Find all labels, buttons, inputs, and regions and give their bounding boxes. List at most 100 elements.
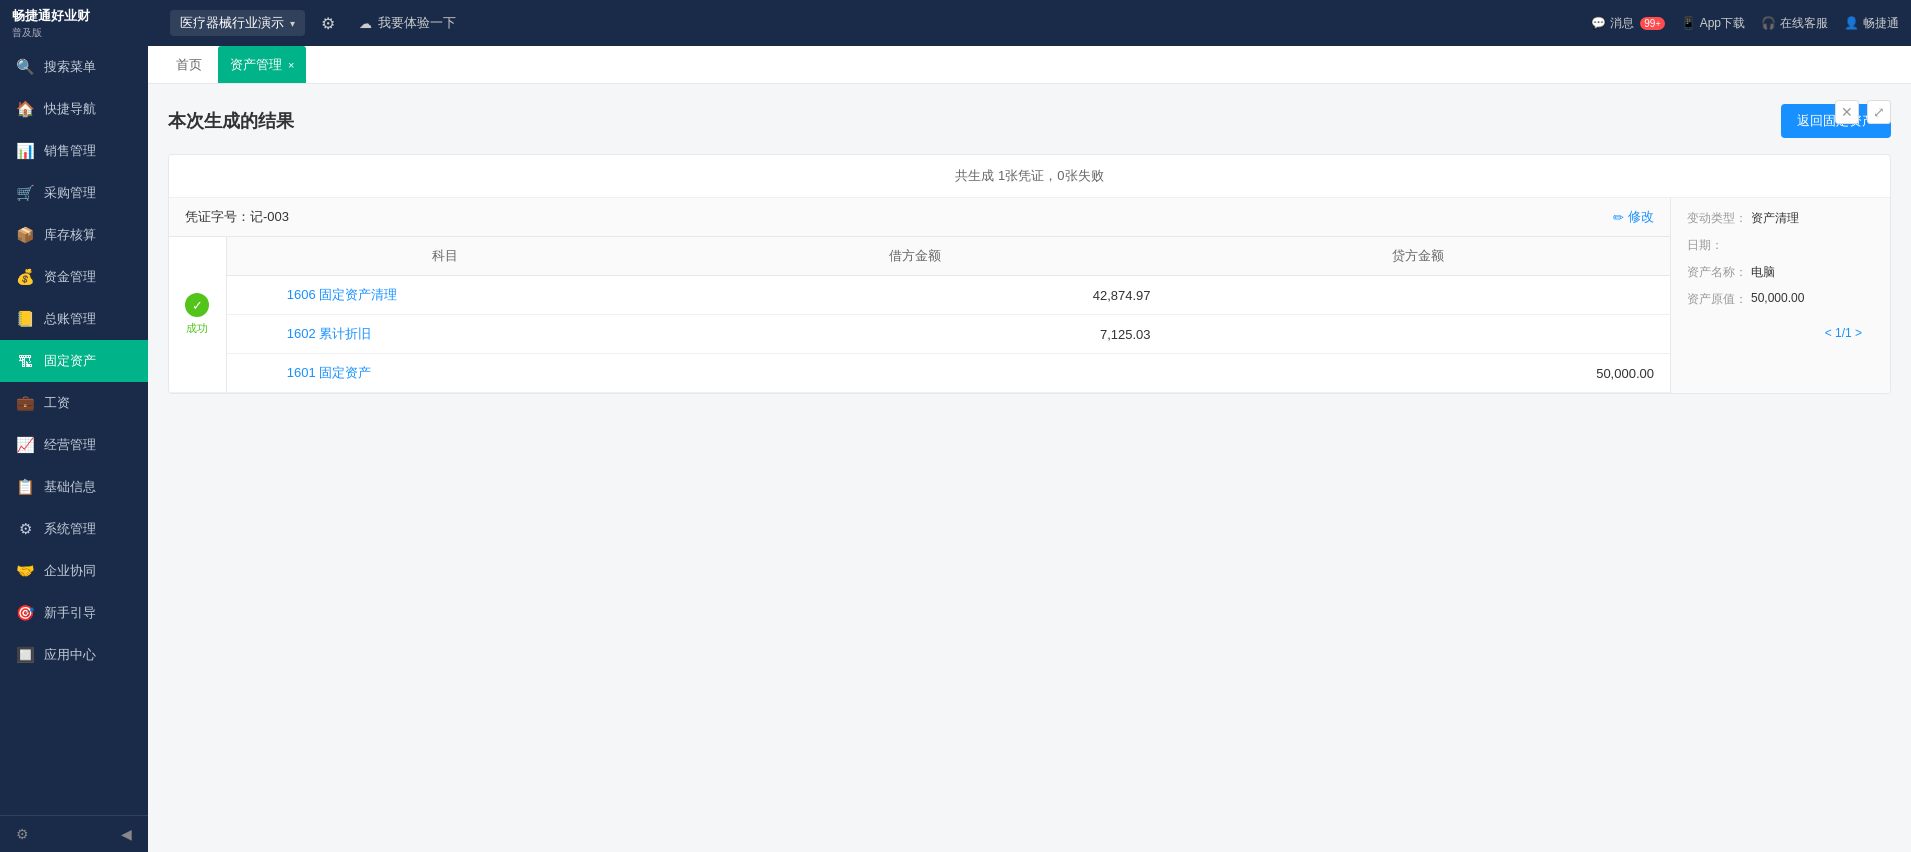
summary-text: 共生成 1张凭证，0张失败 (955, 168, 1103, 183)
col-debit: 借方金额 (663, 237, 1166, 276)
page-header: 本次生成的结果 返回固定资产 (168, 104, 1891, 138)
sidebar-label-quick-nav: 快捷导航 (44, 100, 96, 118)
credit-cell-3: 50,000.00 (1167, 354, 1670, 393)
sidebar-item-system[interactable]: ⚙ 系统管理 (0, 508, 148, 550)
sidebar-bottom: ⚙ ◀ (0, 815, 148, 852)
close-panel-button[interactable]: ✕ (1835, 100, 1859, 124)
sidebar-item-ledger[interactable]: 📒 总账管理 (0, 298, 148, 340)
home-icon: 🏠 (16, 100, 34, 118)
credit-cell-1 (1167, 276, 1670, 315)
summary-bar: 共生成 1张凭证，0张失败 (169, 155, 1890, 198)
sidebar-label-basic-info: 基础信息 (44, 478, 96, 496)
page-title: 本次生成的结果 (168, 109, 294, 133)
original-value-value: 50,000.00 (1751, 291, 1804, 305)
header-right: 💬 消息 99+ 📱 App下载 🎧 在线客服 👤 畅捷通 (1591, 15, 1899, 32)
online-service-button[interactable]: 🎧 在线客服 (1761, 15, 1828, 32)
subject-link-2[interactable]: 1602 累计折旧 (287, 326, 372, 341)
sidebar-item-salary[interactable]: 💼 工资 (0, 382, 148, 424)
tab-close-button[interactable]: × (288, 59, 294, 71)
credit-cell-2 (1167, 315, 1670, 354)
headset-icon: 🎧 (1761, 16, 1776, 30)
sidebar-item-operations[interactable]: 📈 经营管理 (0, 424, 148, 466)
content-area: 首页 资产管理 × 本次生成的结果 返回固定资产 共生成 1张凭证，0张失败 (148, 46, 1911, 852)
table-row: 1601 固定资产 50,000.00 (227, 354, 1670, 393)
main-layout: 🔍 搜索菜单 🏠 快捷导航 📊 销售管理 🛒 采购管理 📦 库存核算 💰 资金管… (0, 46, 1911, 852)
logo-title: 畅捷通好业财 (12, 7, 90, 25)
sidebar-label-operations: 经营管理 (44, 436, 96, 454)
subject-link-1[interactable]: 1606 固定资产清理 (287, 287, 398, 302)
sidebar-item-inventory[interactable]: 📦 库存核算 (0, 214, 148, 256)
gear-button[interactable]: ⚙ (313, 8, 343, 38)
guide-icon: 🎯 (16, 604, 34, 622)
debit-cell-1: 42,874.97 (663, 276, 1166, 315)
info-row-change-type: 变动类型： 资产清理 (1687, 210, 1874, 227)
sidebar-item-fixed-assets[interactable]: 🏗 固定资产 (0, 340, 148, 382)
sales-icon: 📊 (16, 142, 34, 160)
sidebar-item-quick-nav[interactable]: 🏠 快捷导航 (0, 88, 148, 130)
sidebar-item-basic-info[interactable]: 📋 基础信息 (0, 466, 148, 508)
message-badge: 99+ (1640, 17, 1664, 30)
system-icon: ⚙ (16, 520, 34, 538)
expand-panel-button[interactable]: ⤢ (1867, 100, 1891, 124)
panel-controls: ✕ ⤢ (1835, 100, 1891, 124)
sidebar-label-search: 搜索菜单 (44, 58, 96, 76)
edit-button[interactable]: ✏ 修改 (1613, 208, 1654, 226)
collapse-icon[interactable]: ◀ (121, 826, 132, 842)
ledger-icon: 📒 (16, 310, 34, 328)
original-value-label: 资产原值： (1687, 291, 1747, 308)
date-label: 日期： (1687, 237, 1737, 254)
sidebar-label-capital: 资金管理 (44, 268, 96, 286)
company-name: 医疗器械行业演示 (180, 14, 284, 32)
tab-home[interactable]: 首页 (164, 46, 214, 83)
logo-subtitle: 普及版 (12, 26, 42, 40)
table-row: 1606 固定资产清理 42,874.97 (227, 276, 1670, 315)
sidebar-label-inventory: 库存核算 (44, 226, 96, 244)
message-icon: 💬 (1591, 16, 1606, 30)
app-center-icon: 🔲 (16, 646, 34, 664)
asset-name-value: 电脑 (1751, 264, 1775, 281)
sidebar-item-app-center[interactable]: 🔲 应用中心 (0, 634, 148, 676)
col-subject: 科目 (227, 237, 663, 276)
header-center: 医疗器械行业演示 ▾ ⚙ ☁ 我要体验一下 (170, 8, 1591, 38)
pagination-text[interactable]: < 1/1 > (1825, 326, 1862, 340)
sidebar-label-enterprise: 企业协同 (44, 562, 96, 580)
voucher-section: 凭证字号：记-003 ✏ 修改 ✓ (169, 198, 1890, 393)
sidebar-item-guide[interactable]: 🎯 新手引导 (0, 592, 148, 634)
debit-cell-3 (663, 354, 1166, 393)
info-row-date: 日期： (1687, 237, 1874, 254)
download-icon: 📱 (1681, 16, 1696, 30)
voucher-number: 凭证字号：记-003 (185, 208, 289, 226)
success-icon: ✓ (185, 293, 209, 317)
voucher-table: 科目 借方金额 贷方金额 1606 固定资产清理 (227, 237, 1670, 393)
edit-icon: ✏ (1613, 210, 1624, 225)
basic-info-icon: 📋 (16, 478, 34, 496)
change-type-value: 资产清理 (1751, 210, 1799, 227)
operations-icon: 📈 (16, 436, 34, 454)
subject-cell-2: 1602 累计折旧 (227, 315, 663, 354)
app-download-button[interactable]: 📱 App下载 (1681, 15, 1745, 32)
sidebar-label-fixed-assets: 固定资产 (44, 352, 96, 370)
chevron-down-icon: ▾ (290, 18, 295, 29)
sidebar-label-ledger: 总账管理 (44, 310, 96, 328)
settings-icon[interactable]: ⚙ (16, 826, 29, 842)
tab-asset-management[interactable]: 资产管理 × (218, 46, 306, 83)
col-credit: 贷方金额 (1167, 237, 1670, 276)
subject-cell-1: 1606 固定资产清理 (227, 276, 663, 315)
change-type-label: 变动类型： (1687, 210, 1747, 227)
sidebar-item-capital[interactable]: 💰 资金管理 (0, 256, 148, 298)
sidebar-item-purchase[interactable]: 🛒 采购管理 (0, 172, 148, 214)
user-area[interactable]: 👤 畅捷通 (1844, 15, 1899, 32)
sidebar-item-enterprise[interactable]: 🤝 企业协同 (0, 550, 148, 592)
top-header: 畅捷通好业财 普及版 医疗器械行业演示 ▾ ⚙ ☁ 我要体验一下 💬 消息 99… (0, 0, 1911, 46)
info-panel: 变动类型： 资产清理 日期： 资产名称： 电脑 资产原值： (1670, 198, 1890, 393)
subject-link-3[interactable]: 1601 固定资产 (287, 365, 372, 380)
sidebar-item-search[interactable]: 🔍 搜索菜单 (0, 46, 148, 88)
messages-button[interactable]: 💬 消息 99+ (1591, 15, 1664, 32)
tab-bar: 首页 资产管理 × (148, 46, 1911, 84)
sidebar-item-sales[interactable]: 📊 销售管理 (0, 130, 148, 172)
sidebar-label-guide: 新手引导 (44, 604, 96, 622)
company-selector[interactable]: 医疗器械行业演示 ▾ (170, 10, 305, 36)
experience-button[interactable]: ☁ 我要体验一下 (351, 10, 464, 36)
debit-cell-2: 7,125.03 (663, 315, 1166, 354)
fixed-assets-icon: 🏗 (16, 353, 34, 370)
